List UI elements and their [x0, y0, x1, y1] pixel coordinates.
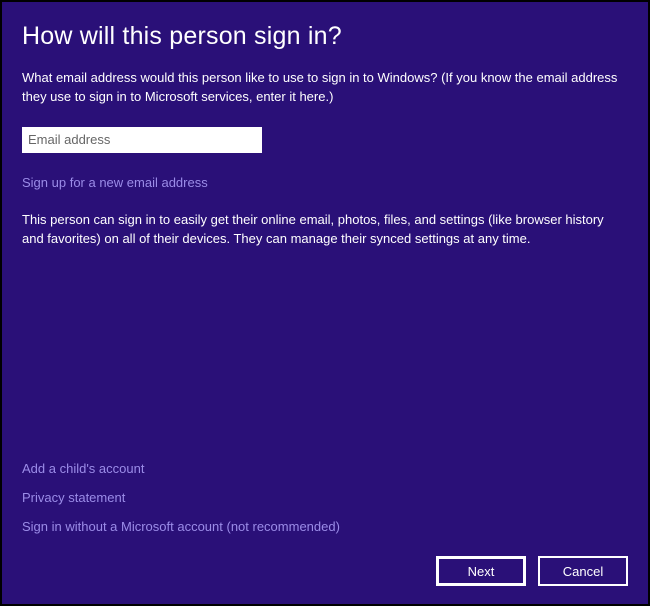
add-child-account-link[interactable]: Add a child's account: [22, 461, 144, 476]
next-button[interactable]: Next: [436, 556, 526, 586]
privacy-statement-link[interactable]: Privacy statement: [22, 490, 125, 505]
cancel-button[interactable]: Cancel: [538, 556, 628, 586]
signup-new-email-link[interactable]: Sign up for a new email address: [22, 175, 208, 190]
bottom-links: Add a child's account Privacy statement …: [22, 461, 628, 534]
button-row: Next Cancel: [22, 556, 628, 586]
email-input[interactable]: [22, 127, 262, 153]
intro-text: What email address would this person lik…: [22, 69, 628, 107]
page-title: How will this person sign in?: [22, 22, 628, 51]
description-text: This person can sign in to easily get th…: [22, 210, 628, 249]
signin-without-msa-link[interactable]: Sign in without a Microsoft account (not…: [22, 519, 340, 534]
